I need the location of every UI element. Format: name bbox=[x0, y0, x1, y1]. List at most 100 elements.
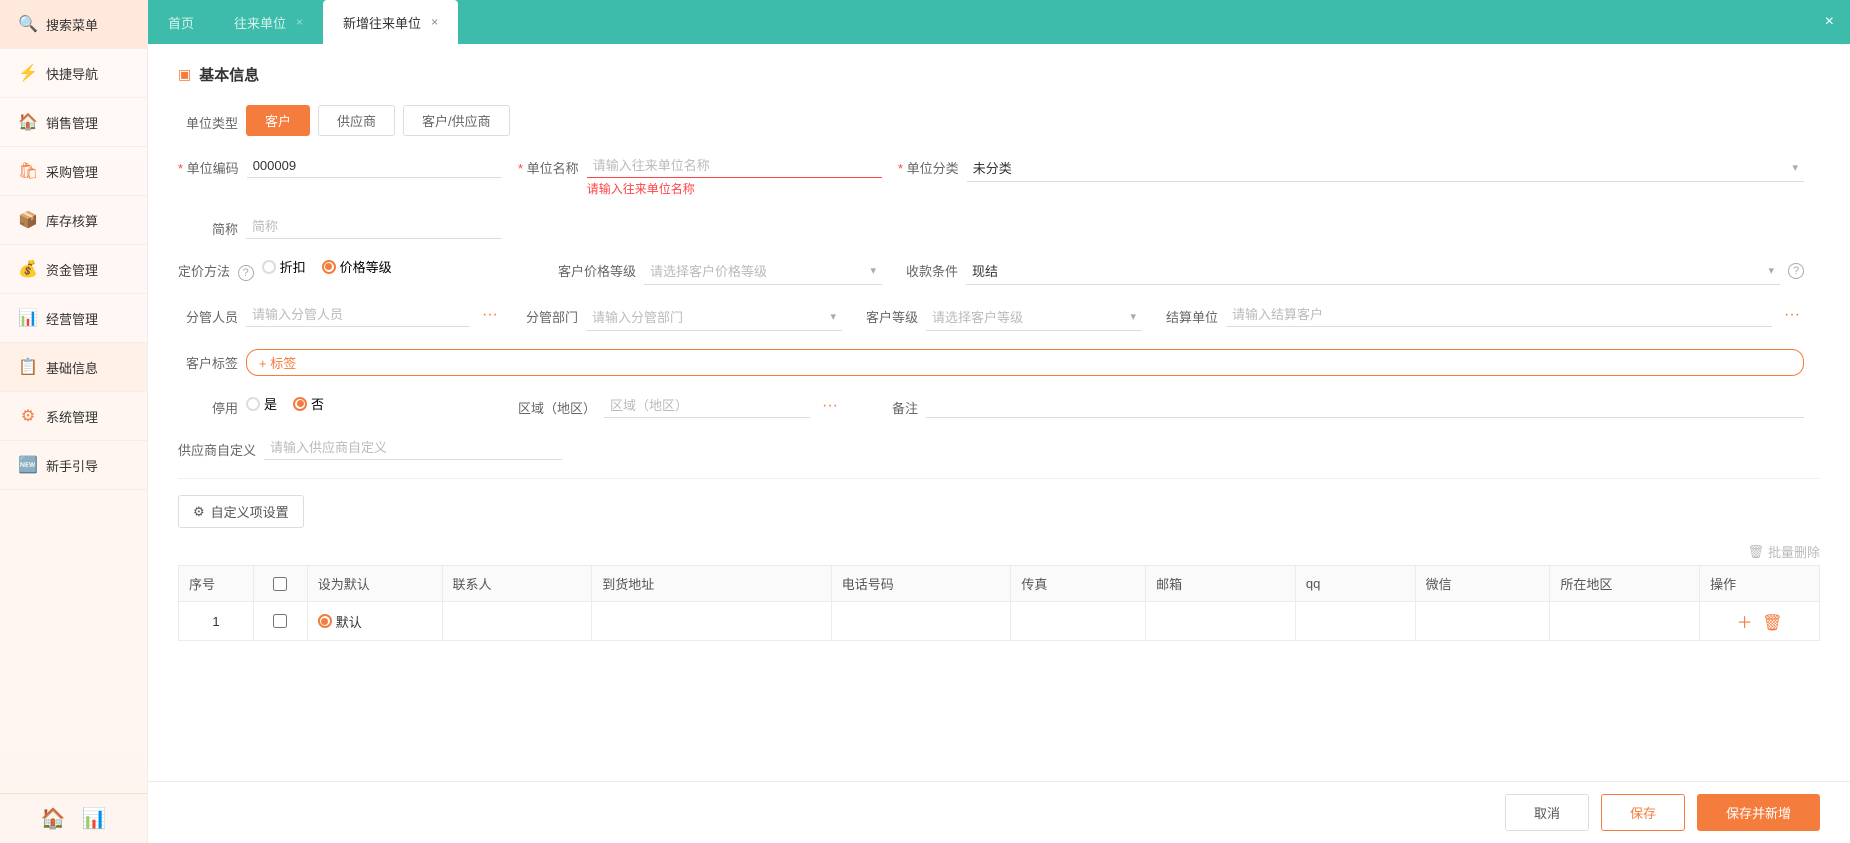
cancel-button[interactable]: 取消 bbox=[1505, 794, 1589, 831]
save-and-new-button[interactable]: 保存并新增 bbox=[1697, 794, 1820, 831]
category-select[interactable]: 未分类 ▾ bbox=[967, 154, 1804, 182]
sidebar-item-purchase[interactable]: 🛍 采购管理 bbox=[0, 147, 147, 196]
manager-row: 分管人员 ··· 分管部门 请输入分管部门 ▾ 客户等 bbox=[178, 303, 1820, 331]
row-qq-input[interactable] bbox=[1306, 610, 1405, 633]
table-header: 序号 设为默认 联系人 到货地址 电话号码 传真 邮箱 qq 微信 所在地区 bbox=[179, 566, 1820, 602]
content-area: ▣ 基本信息 单位类型 客户 供应商 客户/供应商 单位编码 bbox=[148, 44, 1850, 781]
cell-fax[interactable] bbox=[1011, 602, 1146, 641]
row-address-input[interactable] bbox=[602, 610, 821, 633]
sidebar-item-basic-info[interactable]: 📋 基础信息 bbox=[0, 343, 147, 392]
payment-select[interactable]: 现结 ▾ bbox=[966, 257, 1780, 285]
th-region: 所在地区 bbox=[1550, 566, 1700, 602]
sidebar-item-label: 新手引导 bbox=[46, 456, 98, 475]
row-checkbox[interactable] bbox=[273, 614, 287, 628]
sidebar-item-guide[interactable]: 🆕 新手引导 bbox=[0, 441, 147, 490]
dept-chevron-icon: ▾ bbox=[830, 310, 836, 323]
radio-yes[interactable]: 是 bbox=[246, 394, 277, 413]
sidebar-item-label: 系统管理 bbox=[46, 407, 98, 426]
dept-select[interactable]: 请输入分管部门 ▾ bbox=[586, 303, 842, 331]
th-seq: 序号 bbox=[179, 566, 254, 602]
sidebar-home-icon[interactable]: 🏠 bbox=[41, 806, 66, 831]
tag-label: 客户标签 bbox=[178, 349, 238, 372]
type-btn-both[interactable]: 客户/供应商 bbox=[403, 105, 510, 136]
row-wechat-input[interactable] bbox=[1426, 610, 1540, 633]
tab-home[interactable]: 首页 bbox=[148, 0, 214, 44]
tabs-close-all[interactable]: × bbox=[1809, 0, 1850, 44]
manager-field: 分管人员 ··· bbox=[178, 303, 518, 327]
select-all-checkbox[interactable] bbox=[273, 577, 287, 591]
tab-new-contact-close[interactable]: × bbox=[431, 15, 438, 29]
manager-more-btn[interactable]: ··· bbox=[478, 306, 502, 324]
tab-new-contact[interactable]: 新增往来单位 × bbox=[323, 0, 458, 44]
tag-add-button[interactable]: + 标签 bbox=[246, 349, 1804, 376]
sidebar-item-quick-nav[interactable]: ⚡ 快捷导航 bbox=[0, 49, 147, 98]
settlement-input[interactable] bbox=[1226, 303, 1772, 327]
settlement-more-btn[interactable]: ··· bbox=[1780, 306, 1804, 324]
sidebar-item-system[interactable]: ⚙ 系统管理 bbox=[0, 392, 147, 441]
sidebar-item-label: 采购管理 bbox=[46, 162, 98, 181]
table-header-actions: 🗑 批量删除 bbox=[178, 542, 1820, 561]
code-field: 单位编码 bbox=[178, 154, 518, 178]
row-phone-input[interactable] bbox=[842, 610, 1001, 633]
radio-yes-label: 是 bbox=[264, 394, 277, 413]
cell-contact[interactable] bbox=[442, 602, 592, 641]
row-fax-input[interactable] bbox=[1021, 610, 1135, 633]
cell-region[interactable] bbox=[1550, 602, 1700, 641]
row-contact-input[interactable] bbox=[453, 610, 582, 633]
remark-input[interactable] bbox=[926, 394, 1804, 418]
code-input[interactable] bbox=[247, 154, 502, 178]
cell-wechat[interactable] bbox=[1415, 602, 1550, 641]
category-chevron-icon: ▾ bbox=[1792, 161, 1798, 174]
sidebar-item-inventory[interactable]: 📦 库存核算 bbox=[0, 196, 147, 245]
radio-discount-circle bbox=[262, 260, 276, 274]
customer-level-select[interactable]: 请选择客户等级 ▾ bbox=[926, 303, 1142, 331]
type-btn-customer[interactable]: 客户 bbox=[246, 105, 310, 136]
supplier-custom-content bbox=[264, 436, 562, 460]
radio-price-level[interactable]: 价格等级 bbox=[322, 257, 392, 276]
save-button[interactable]: 保存 bbox=[1601, 794, 1685, 831]
name-input[interactable] bbox=[587, 154, 882, 178]
row-delete-icon[interactable]: 🗑 bbox=[1759, 615, 1785, 632]
cell-phone[interactable] bbox=[831, 602, 1011, 641]
tab-bar: 首页 往来单位 × 新增往来单位 × × bbox=[148, 0, 1850, 44]
sidebar-item-sales[interactable]: 🏠 销售管理 bbox=[0, 98, 147, 147]
manager-input[interactable] bbox=[246, 303, 470, 327]
sidebar-item-finance[interactable]: 💰 资金管理 bbox=[0, 245, 147, 294]
sidebar-item-search[interactable]: 🔍 搜索菜单 bbox=[0, 0, 147, 49]
radio-yes-circle bbox=[246, 397, 260, 411]
cell-seq: 1 bbox=[179, 602, 254, 641]
tab-contacts-close[interactable]: × bbox=[296, 15, 303, 29]
cell-qq[interactable] bbox=[1295, 602, 1415, 641]
custom-settings-button[interactable]: ⚙ 自定义项设置 bbox=[178, 495, 304, 528]
cell-email[interactable] bbox=[1146, 602, 1296, 641]
pricing-field: 定价方法 ? 折扣 价格等级 bbox=[178, 257, 558, 281]
customer-price-select[interactable]: 请选择客户价格等级 ▾ bbox=[644, 257, 882, 285]
chart-icon: 📊 bbox=[18, 308, 38, 328]
customer-level-field: 客户等级 请选择客户等级 ▾ bbox=[858, 303, 1158, 331]
payment-help-icon[interactable]: ? bbox=[1788, 263, 1804, 279]
row-add-icon[interactable]: ＋ bbox=[1734, 615, 1756, 632]
pricing-radio-group: 折扣 价格等级 bbox=[262, 257, 392, 276]
th-fax: 传真 bbox=[1011, 566, 1146, 602]
region-input[interactable] bbox=[604, 394, 810, 418]
short-name-input[interactable] bbox=[246, 215, 502, 239]
row-region-input[interactable] bbox=[1560, 610, 1689, 633]
region-more-btn[interactable]: ··· bbox=[818, 397, 842, 415]
sidebar-chart-icon[interactable]: 📊 bbox=[82, 806, 107, 831]
short-name-content bbox=[246, 215, 502, 239]
th-qq: qq bbox=[1295, 566, 1415, 602]
radio-discount[interactable]: 折扣 bbox=[262, 257, 306, 276]
row-default-radio[interactable]: 默认 bbox=[318, 612, 432, 631]
category-value: 未分类 bbox=[973, 158, 1793, 177]
sidebar-item-operations[interactable]: 📊 经营管理 bbox=[0, 294, 147, 343]
radio-no[interactable]: 否 bbox=[293, 394, 324, 413]
tab-contacts[interactable]: 往来单位 × bbox=[214, 0, 323, 44]
cell-address[interactable] bbox=[592, 602, 832, 641]
radio-discount-label: 折扣 bbox=[280, 257, 306, 276]
batch-delete-button[interactable]: 🗑 批量删除 bbox=[1747, 542, 1820, 561]
supplier-custom-input[interactable] bbox=[264, 436, 562, 460]
row-email-input[interactable] bbox=[1156, 610, 1285, 633]
type-btn-supplier[interactable]: 供应商 bbox=[318, 105, 395, 136]
pricing-help-icon[interactable]: ? bbox=[238, 265, 254, 281]
name-field: 单位名称 请输入往来单位名称 bbox=[518, 154, 898, 197]
